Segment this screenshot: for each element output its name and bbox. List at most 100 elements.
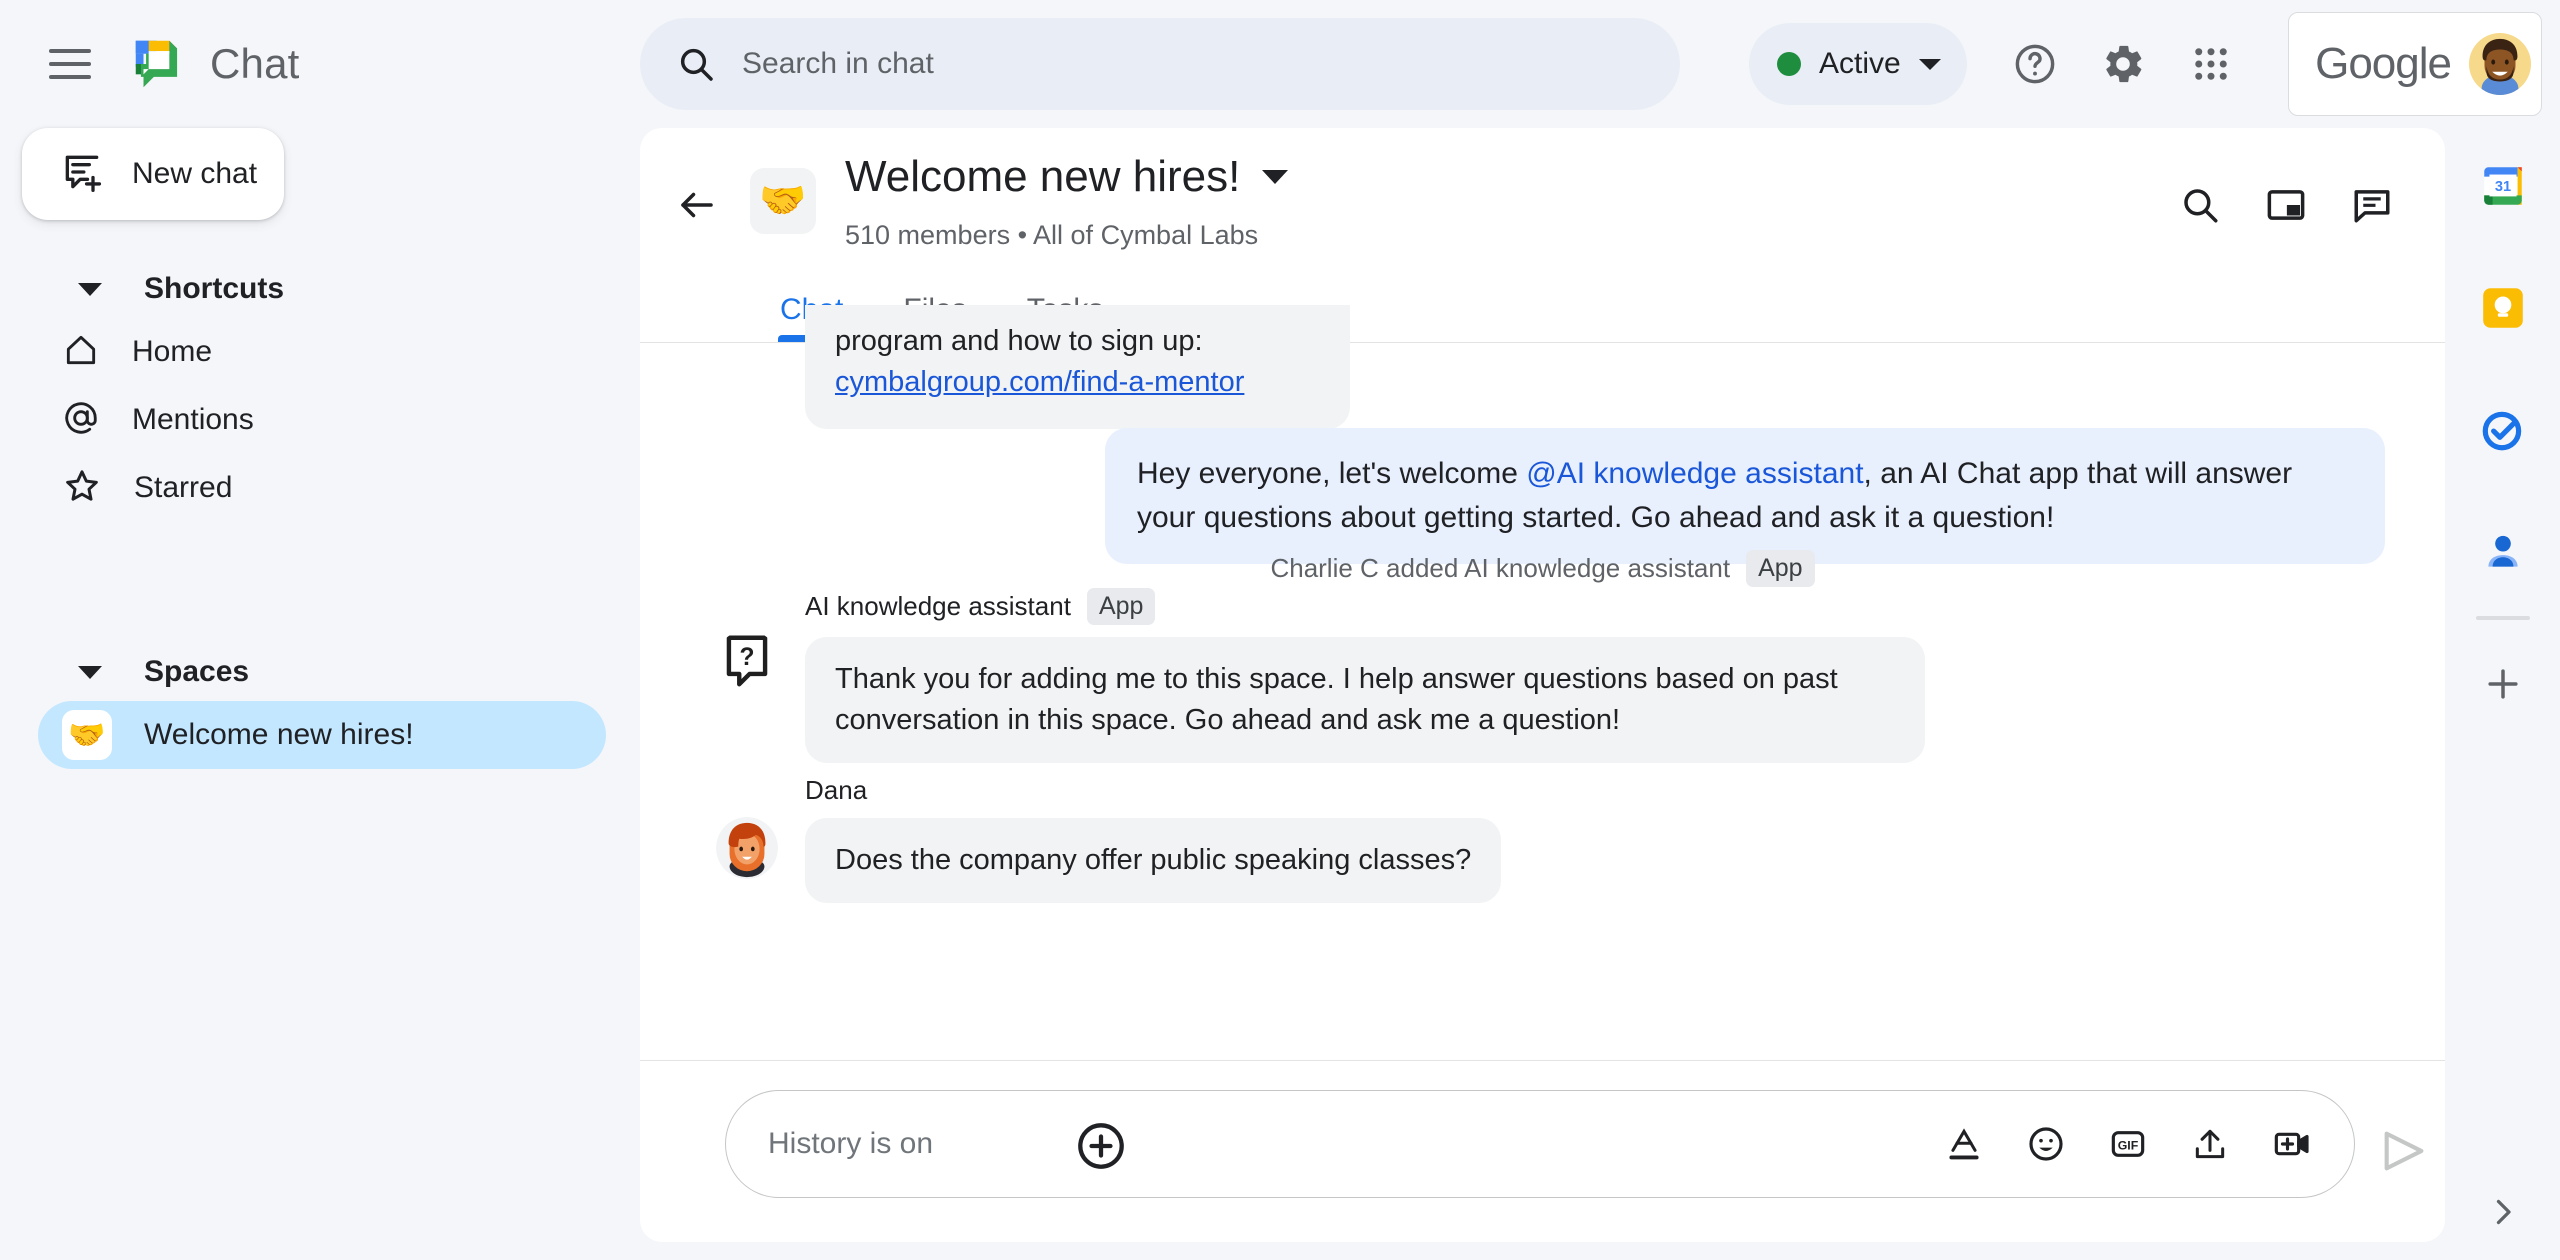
app-badge: App <box>1746 550 1815 587</box>
google-chat-logo-icon <box>128 33 190 95</box>
rail-item-contacts[interactable] <box>2445 502 2560 602</box>
emoji-icon[interactable] <box>2018 1116 2074 1172</box>
sidebar-item-starred[interactable]: Starred <box>0 454 640 522</box>
at-icon <box>62 399 100 442</box>
caret-down-icon <box>78 665 102 679</box>
back-arrow-icon[interactable] <box>662 170 732 240</box>
calendar-icon: 31 <box>2473 156 2533 216</box>
picture-in-picture-icon[interactable] <box>2247 166 2325 244</box>
space-title-button[interactable]: Welcome new hires! <box>845 152 1289 202</box>
composer-toolbar: GIF <box>1936 1116 2320 1172</box>
svg-text:GIF: GIF <box>2118 1139 2139 1153</box>
send-button[interactable] <box>2371 1118 2437 1184</box>
summary-icon[interactable] <box>2333 166 2411 244</box>
rail-item-keep[interactable] <box>2445 258 2560 358</box>
message-text: Does the company offer public speaking c… <box>835 844 1472 876</box>
sidebar-item-home[interactable]: Home <box>0 318 640 386</box>
keep-icon <box>2473 278 2533 338</box>
message-bubble-assistant: Thank you for adding me to this space. I… <box>805 637 1925 764</box>
sidebar-item-label: Starred <box>134 471 233 504</box>
search-icon <box>676 44 716 84</box>
space-avatar: 🤝 <box>750 168 816 234</box>
composer-divider <box>640 1060 2445 1061</box>
message-text: Thank you for adding me to this space. I… <box>835 663 1838 737</box>
upload-icon[interactable] <box>2182 1116 2238 1172</box>
system-message-text: Charlie C added AI knowledge assistant <box>1270 553 1731 583</box>
rail-expand[interactable] <box>2445 1182 2560 1242</box>
message-sender: AI knowledge assistant App <box>805 588 2445 625</box>
google-account-button[interactable]: Google <box>2288 12 2542 116</box>
message-input-bar[interactable]: GIF <box>725 1090 2355 1198</box>
assistant-avatar: ? <box>716 630 778 692</box>
home-icon <box>62 331 100 374</box>
google-apps-grid-icon[interactable] <box>2171 24 2251 104</box>
system-message: Charlie C added AI knowledge assistant A… <box>640 550 2445 587</box>
status-chip[interactable]: Active <box>1749 23 1967 105</box>
side-panel-rail: 31 <box>2445 128 2560 1260</box>
avatar[interactable] <box>2469 33 2531 95</box>
message-text: program and how to sign up: <box>835 325 1203 357</box>
help-icon[interactable] <box>1995 24 2075 104</box>
sidebar: New chat Shortcuts Home Mentions Starred… <box>0 128 640 1260</box>
search-input[interactable] <box>742 47 1644 81</box>
spaces-section-header[interactable]: Spaces <box>0 643 640 701</box>
app-badge: App <box>1086 588 1156 625</box>
svg-text:31: 31 <box>2494 179 2510 195</box>
rail-item-add[interactable] <box>2445 634 2560 734</box>
plus-icon <box>2473 654 2533 714</box>
brand-name: Chat <box>210 40 300 87</box>
message-input[interactable] <box>768 1127 1936 1161</box>
status-label: Active <box>1819 47 1901 80</box>
google-chat-app: Chat Active <box>0 0 2560 1260</box>
caret-down-icon <box>78 282 102 296</box>
mention-ai-knowledge-assistant[interactable]: @AI knowledge assistant <box>1526 457 1863 490</box>
main-menu-icon[interactable] <box>30 24 110 104</box>
message-bubble-outgoing: Hey everyone, let's welcome @AI knowledg… <box>1105 428 2385 564</box>
new-chat-button[interactable]: New chat <box>22 128 284 220</box>
message-stream[interactable]: program and how to sign up: cymbalgroup.… <box>640 305 2445 1060</box>
sidebar-item-label: Mentions <box>132 403 254 436</box>
google-wordmark: Google <box>2315 39 2452 88</box>
settings-gear-icon[interactable] <box>2083 24 2163 104</box>
conversation-header: 🤝 Welcome new hires! 510 members • All o… <box>640 128 2445 343</box>
svg-text:?: ? <box>740 644 755 671</box>
message-user: Dana Does the company offer public speak… <box>640 775 2445 904</box>
space-subtitle: 510 members • All of Cymbal Labs <box>845 220 1259 250</box>
chevron-right-icon <box>2473 1182 2533 1242</box>
message-text-pre: Hey everyone, let's welcome <box>1137 457 1527 490</box>
shortcuts-label: Shortcuts <box>144 272 285 305</box>
sidebar-item-mentions[interactable]: Mentions <box>0 386 640 454</box>
message-assistant: ? AI knowledge assistant App Thank you f… <box>640 588 2445 764</box>
spaces-label: Spaces <box>144 655 250 688</box>
contacts-icon <box>2473 522 2533 582</box>
tasks-icon <box>2473 400 2533 460</box>
star-icon <box>62 466 102 511</box>
sender-name: Dana <box>805 775 868 805</box>
top-bar: Chat Active <box>0 0 2560 128</box>
new-chat-label: New chat <box>132 157 258 190</box>
message-bubble-partial: program and how to sign up: cymbalgroup.… <box>805 305 1350 430</box>
brand: Chat <box>128 33 300 95</box>
dana-avatar <box>716 817 778 879</box>
video-add-icon[interactable] <box>2264 1116 2320 1172</box>
mentor-program-link[interactable]: cymbalgroup.com/find-a-mentor <box>835 366 1244 398</box>
shortcuts-section-header[interactable]: Shortcuts <box>0 260 640 318</box>
rail-item-tasks[interactable] <box>2445 380 2560 480</box>
message-composer: GIF <box>640 1060 2445 1242</box>
search-bar[interactable] <box>640 18 1680 110</box>
search-in-space-icon[interactable] <box>2161 166 2239 244</box>
conversation-panel: 🤝 Welcome new hires! 510 members • All o… <box>640 128 2445 1242</box>
format-icon[interactable] <box>1936 1116 1992 1172</box>
rail-item-calendar[interactable]: 31 <box>2445 136 2560 236</box>
message-bubble-user: Does the company offer public speaking c… <box>805 818 1502 904</box>
handshake-emoji-icon: 🤝 <box>62 710 112 760</box>
sidebar-item-label: Home <box>132 335 213 368</box>
rail-divider <box>2475 616 2530 620</box>
chevron-down-icon <box>1262 170 1289 184</box>
gif-icon[interactable]: GIF <box>2100 1116 2156 1172</box>
sender-name: AI knowledge assistant <box>805 591 1071 621</box>
header-actions <box>2161 166 2411 244</box>
new-chat-icon <box>60 150 104 199</box>
sidebar-item-welcome-new-hires[interactable]: 🤝 Welcome new hires! <box>38 701 606 769</box>
page-title: Welcome new hires! <box>845 152 1241 201</box>
